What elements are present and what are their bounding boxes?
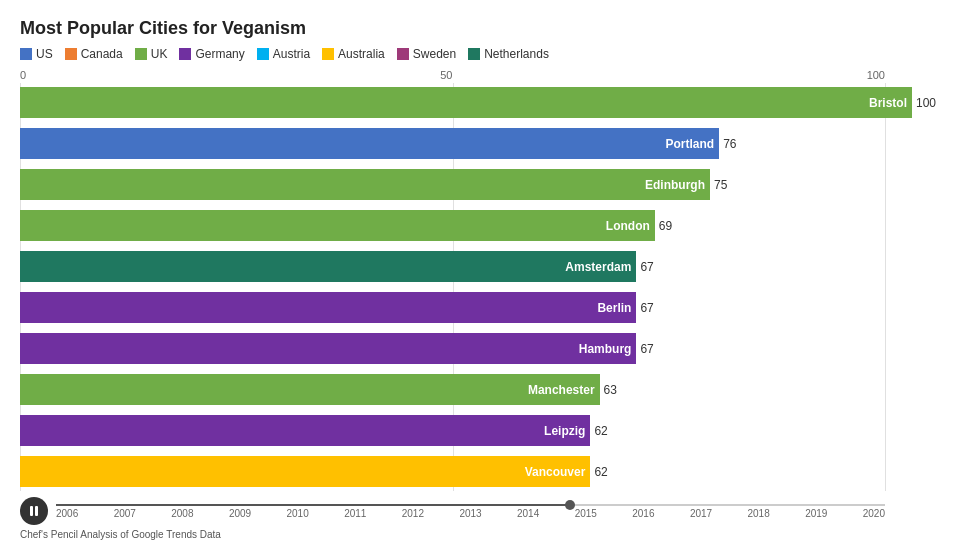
timeline-year-label: 2012 [402,508,424,519]
legend-item: UK [135,47,168,61]
bar-row: Hamburg67 [20,329,940,368]
pause-button[interactable] [20,497,48,525]
bar-row: Leipzig 62 [20,411,940,450]
bar-city-label: Portland [666,137,720,151]
axis-label-100: 100 [867,69,885,81]
bar-hamburg: Hamburg [20,333,636,365]
bar-wrapper: Bristol 100 [20,83,940,122]
bar-berlin: Berlin [20,292,636,324]
bar-city-label: Amsterdam [565,260,636,274]
timeline-year-label: 2016 [632,508,654,519]
footer-text: Chef's Pencil Analysis of Google Trends … [20,529,940,540]
timeline-year-label: 2013 [459,508,481,519]
bar-row: Bristol 100 [20,83,940,122]
bar-city-label: Berlin [597,301,636,315]
bar-row: Amsterdam 67 [20,247,940,286]
timeline-year-label: 2006 [56,508,78,519]
timeline-track[interactable]: 2006 2007 2008 2009 2010 2011 2012 2013 2014 2015… [56,499,885,523]
legend-item: Canada [65,47,123,61]
bar-value-label: 62 [594,424,618,438]
bar-value-label: 67 [640,342,664,356]
axis-top: 0 50 100 [20,69,940,81]
timeline-progress [56,504,570,506]
bar-wrapper: Leipzig 62 [20,411,940,450]
bar-london: London [20,210,655,242]
bar-wrapper: Vancouver62 [20,452,940,491]
bar-wrapper: Berlin 67 [20,288,940,327]
bars-area: Bristol 100 Portland76 Edinburgh 75 London 69 A… [20,83,940,491]
timeline-year-label: 2017 [690,508,712,519]
bar-wrapper: Amsterdam 67 [20,247,940,286]
bar-amsterdam: Amsterdam [20,251,636,283]
bar-leipzig: Leipzig [20,415,590,447]
bar-wrapper: London 69 [20,206,940,245]
timeline-year-label: 2018 [748,508,770,519]
bar-bristol: Bristol [20,87,912,119]
bar-city-label: Vancouver [525,465,591,479]
axis-label-0: 0 [20,69,26,81]
timeline-year-label: 2011 [344,508,366,519]
pause-icon [30,506,38,516]
axis-label-50: 50 [440,69,452,81]
bar-value-label: 62 [594,465,618,479]
bar-value-label: 67 [640,301,664,315]
bar-row: Edinburgh 75 [20,165,940,204]
timeline-year-label: 2014 [517,508,539,519]
timeline-line [56,504,885,506]
bar-value-label: 100 [916,96,940,110]
bar-city-label: Hamburg [579,342,637,356]
bar-wrapper: Portland76 [20,124,940,163]
bar-city-label: Bristol [869,96,912,110]
legend-item: Germany [179,47,244,61]
legend-item: Netherlands [468,47,549,61]
timeline-year-label: 2010 [287,508,309,519]
chart-container: Most Popular Cities for Veganism US Canad… [0,0,960,550]
bar-city-label: Edinburgh [645,178,710,192]
bar-portland: Portland [20,128,719,160]
legend-item: Australia [322,47,385,61]
bar-city-label: Manchester [528,383,600,397]
chart-area: 0 50 100 Bristol 100 Portland76 Edinburgh 75 Lo… [20,69,940,491]
bar-value-label: 63 [604,383,628,397]
bar-wrapper: Manchester 63 [20,370,940,409]
bar-city-label: London [606,219,655,233]
timeline-year-label: 2008 [171,508,193,519]
bar-wrapper: Edinburgh 75 [20,165,940,204]
bar-row: Berlin 67 [20,288,940,327]
timeline-area: 2006 2007 2008 2009 2010 2011 2012 2013 2014 2015… [20,497,940,525]
bar-manchester: Manchester [20,374,600,406]
bar-wrapper: Hamburg67 [20,329,940,368]
bar-vancouver: Vancouver [20,456,590,488]
timeline-year-label: 2019 [805,508,827,519]
timeline-year-label: 2009 [229,508,251,519]
legend: US Canada UK Germany Austria Australia Sweden N… [20,47,940,61]
bar-value-label: 67 [640,260,664,274]
timeline-year-label: 2015 [575,508,597,519]
timeline-thumb [565,500,575,510]
bar-row: London 69 [20,206,940,245]
legend-item: Sweden [397,47,456,61]
legend-item: US [20,47,53,61]
timeline-labels: 2006 2007 2008 2009 2010 2011 2012 2013 2014 2015… [56,508,885,519]
bar-row: Vancouver62 [20,452,940,491]
bar-row: Manchester 63 [20,370,940,409]
timeline-year-label: 2007 [114,508,136,519]
timeline-year-label: 2020 [863,508,885,519]
chart-title: Most Popular Cities for Veganism [20,18,940,39]
bar-edinburgh: Edinburgh [20,169,710,201]
bar-row: Portland76 [20,124,940,163]
bar-city-label: Leipzig [544,424,590,438]
legend-item: Austria [257,47,310,61]
bar-value-label: 69 [659,219,683,233]
bar-value-label: 76 [723,137,747,151]
bar-value-label: 75 [714,178,738,192]
